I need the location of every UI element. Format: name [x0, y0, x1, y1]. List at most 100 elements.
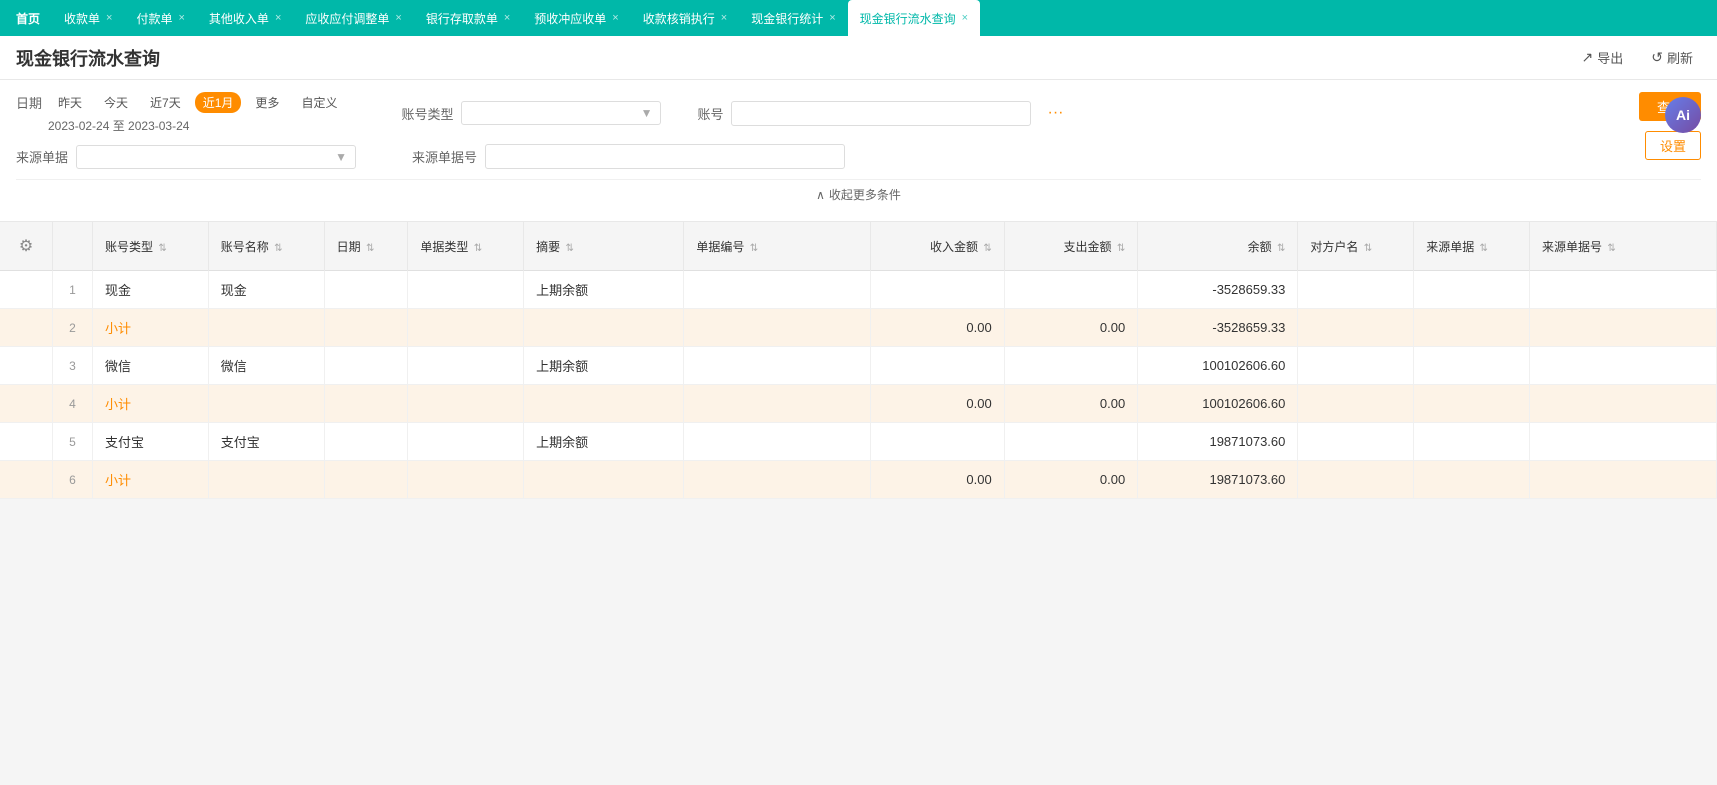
nav-tab-cash-stat[interactable]: 现金银行统计 × [739, 0, 847, 36]
nav-tab-ar-ap-adjust[interactable]: 应收应付调整单 × [293, 0, 413, 36]
sort-icon: ⇅ [1117, 243, 1125, 254]
page-header: 现金银行流水查询 ↗ 导出 ↺ 刷新 [0, 36, 1717, 80]
source-doc-select[interactable]: ▼ [76, 145, 356, 169]
table-row: 6小计0.000.0019871073.60 [0, 461, 1717, 499]
data-table: ⚙ 账号类型 ⇅ 账号名称 ⇅ 日期 ⇅ 单据类型 ⇅ [0, 222, 1717, 499]
table-row: 3微信微信上期余额100102606.60 [0, 347, 1717, 385]
th-account-name[interactable]: 账号名称 ⇅ [208, 222, 324, 271]
table-row: 4小计0.000.00100102606.60 [0, 385, 1717, 423]
th-source-doc[interactable]: 来源单据 ⇅ [1414, 222, 1530, 271]
th-account-type[interactable]: 账号类型 ⇅ [93, 222, 209, 271]
nav-tab-writeoff[interactable]: 收款核销执行 × [631, 0, 739, 36]
td-balance: -3528659.33 [1138, 309, 1298, 347]
th-counterparty[interactable]: 对方户名 ⇅ [1298, 222, 1414, 271]
page-title: 现金银行流水查询 [16, 45, 160, 71]
table-row: 2小计0.000.00-3528659.33 [0, 309, 1717, 347]
sort-icon: ⇅ [474, 243, 482, 254]
filter-area: 日期 昨天 今天 近7天 近1月 更多 自定义 2023-02-24 至 202… [0, 80, 1717, 222]
export-button[interactable]: ↗ 导出 [1574, 44, 1632, 71]
date-opt-yesterday[interactable]: 昨天 [50, 92, 90, 113]
sort-icon: ⇅ [1607, 243, 1615, 254]
date-range: 2023-02-24 至 2023-03-24 [48, 119, 189, 133]
td-balance: 19871073.60 [1138, 423, 1298, 461]
close-icon[interactable]: × [612, 12, 618, 24]
nav-tab-bank-deposit[interactable]: 银行存取款单 × [414, 0, 522, 36]
nav-tab-home[interactable]: 首页 [4, 0, 52, 36]
refresh-icon: ↺ [1651, 49, 1663, 66]
account-label: 账号 [697, 104, 723, 123]
close-icon[interactable]: × [275, 12, 281, 24]
ai-badge[interactable]: Ai [1665, 97, 1701, 133]
close-icon[interactable]: × [504, 12, 510, 24]
filter-row-1: 日期 昨天 今天 近7天 近1月 更多 自定义 2023-02-24 至 202… [16, 92, 1623, 134]
close-icon[interactable]: × [721, 12, 727, 24]
td-balance: 19871073.60 [1138, 461, 1298, 499]
td-expense: 0.00 [1004, 385, 1137, 423]
close-icon[interactable]: × [829, 12, 835, 24]
td-seq: 6 [53, 461, 93, 499]
source-doc-no-input[interactable] [485, 144, 845, 169]
date-opt-7days[interactable]: 近7天 [142, 92, 189, 113]
td-income [871, 347, 1004, 385]
collapse-bar[interactable]: ∧ 收起更多条件 [16, 179, 1701, 209]
th-seq [53, 222, 93, 271]
refresh-button[interactable]: ↺ 刷新 [1643, 44, 1701, 71]
td-balance: -3528659.33 [1138, 271, 1298, 309]
nav-tab-payment[interactable]: 付款单 × [124, 0, 196, 36]
th-gear: ⚙ [0, 222, 53, 271]
td-income: 0.00 [871, 461, 1004, 499]
td-expense [1004, 347, 1137, 385]
filter-row-2: 来源单据 ▼ 来源单据号 [16, 144, 1623, 169]
account-input[interactable] [731, 101, 1031, 126]
source-doc-label: 来源单据 [16, 147, 68, 166]
close-icon[interactable]: × [178, 12, 184, 24]
th-summary[interactable]: 摘要 ⇅ [524, 222, 684, 271]
sort-icon: ⇅ [566, 243, 574, 254]
account-type-label: 账号类型 [401, 104, 453, 123]
th-source-doc-no[interactable]: 来源单据号 ⇅ [1529, 222, 1716, 271]
td-expense [1004, 271, 1137, 309]
dots-icon[interactable]: ··· [1047, 104, 1063, 122]
th-date[interactable]: 日期 ⇅ [324, 222, 408, 271]
gear-icon[interactable]: ⚙ [12, 232, 40, 260]
th-expense[interactable]: 支出金额 ⇅ [1004, 222, 1137, 271]
close-icon[interactable]: × [395, 12, 401, 24]
td-account-name [208, 309, 324, 347]
sort-icon: ⇅ [274, 243, 282, 254]
td-account-name [208, 461, 324, 499]
td-seq: 3 [53, 347, 93, 385]
date-opt-1month[interactable]: 近1月 [195, 92, 242, 113]
nav-tab-receipt[interactable]: 收款单 × [52, 0, 124, 36]
td-account-name: 现金 [208, 271, 324, 309]
date-opt-today[interactable]: 今天 [96, 92, 136, 113]
sort-icon: ⇅ [366, 243, 374, 254]
date-options: 昨天 今天 近7天 近1月 更多 自定义 [50, 92, 345, 113]
th-doc-no[interactable]: 单据编号 ⇅ [684, 222, 871, 271]
date-opt-more[interactable]: 更多 [247, 92, 287, 113]
chevron-down-icon: ▼ [335, 150, 347, 164]
date-opt-custom[interactable]: 自定义 [293, 92, 345, 113]
nav-tab-cash-flow-query[interactable]: 现金银行流水查询 × [848, 0, 980, 36]
sort-icon: ⇅ [158, 243, 166, 254]
th-income[interactable]: 收入金额 ⇅ [871, 222, 1004, 271]
td-seq: 4 [53, 385, 93, 423]
sort-icon: ⇅ [1364, 243, 1372, 254]
export-icon: ↗ [1582, 49, 1594, 66]
settings-button[interactable]: 设置 [1645, 131, 1701, 160]
close-icon[interactable]: × [962, 12, 968, 24]
td-account-type: 小计 [93, 461, 209, 499]
table-container: ⚙ 账号类型 ⇅ 账号名称 ⇅ 日期 ⇅ 单据类型 ⇅ [0, 222, 1717, 499]
date-label: 日期 [16, 93, 42, 112]
account-type-select[interactable]: ▼ [461, 101, 661, 125]
th-balance[interactable]: 余额 ⇅ [1138, 222, 1298, 271]
source-doc-no-label: 来源单据号 [412, 147, 477, 166]
td-income [871, 423, 1004, 461]
td-expense [1004, 423, 1137, 461]
th-doc-type[interactable]: 单据类型 ⇅ [408, 222, 524, 271]
collapse-label: 收起更多条件 [829, 186, 901, 203]
close-icon[interactable]: × [106, 12, 112, 24]
nav-tab-advance-offset[interactable]: 预收冲应收单 × [522, 0, 630, 36]
nav-tab-other-income[interactable]: 其他收入单 × [197, 0, 293, 36]
td-account-type: 现金 [93, 271, 209, 309]
td-income: 0.00 [871, 309, 1004, 347]
